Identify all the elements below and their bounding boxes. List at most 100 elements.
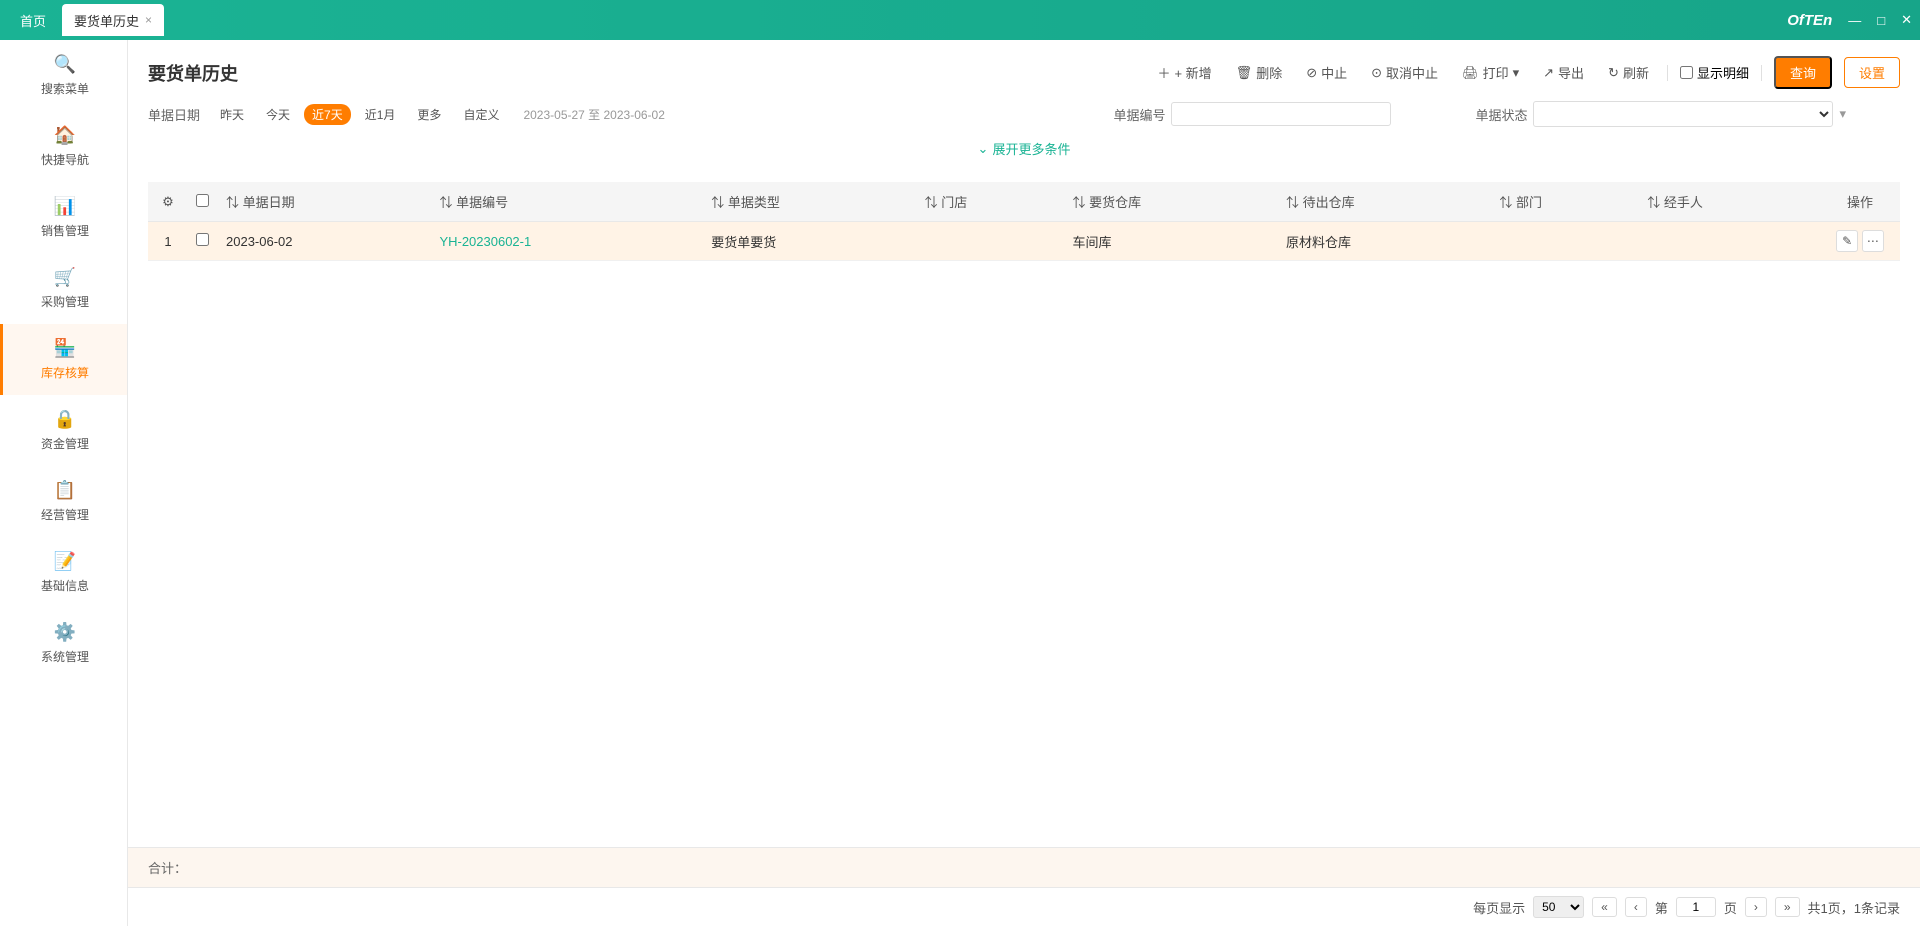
doc-no-link[interactable]: YH-20230602-1: [439, 234, 531, 249]
th-doc-type[interactable]: ⇅ 单据类型: [703, 182, 916, 222]
td-wait-warehouse: 原材料仓库: [1278, 222, 1491, 261]
doc-no-input[interactable]: [1171, 102, 1391, 126]
sidebar-item-purchase[interactable]: 🛒 采购管理: [0, 253, 127, 324]
date-btn-yesterday[interactable]: 昨天: [212, 104, 252, 125]
status-label: 单据状态: [1475, 105, 1527, 124]
date-btn-more[interactable]: 更多: [409, 104, 449, 125]
sort-icon-8: ⇅: [1647, 195, 1660, 210]
sidebar-item-system-label: 系统管理: [41, 648, 89, 665]
stop-button[interactable]: ⊘ 中止: [1300, 59, 1353, 86]
date-btn-1month[interactable]: 近1月: [357, 104, 404, 125]
top-bar: 首页 要货单历史 × OfTEn — □ ✕: [0, 0, 1920, 40]
next-page-btn[interactable]: ›: [1745, 897, 1767, 917]
tab-active-label: 要货单历史: [74, 11, 139, 30]
doc-no-label: 单据编号: [1113, 105, 1165, 124]
summary-label: 合计：: [148, 861, 187, 876]
sidebar-item-sales[interactable]: 📊 销售管理: [0, 182, 127, 253]
brand-name: OfTEn: [1787, 12, 1832, 29]
date-btn-today[interactable]: 今天: [258, 104, 298, 125]
page-title: 要货单历史: [148, 60, 238, 86]
th-wait-warehouse[interactable]: ⇅ 待出仓库: [1278, 182, 1491, 222]
sidebar-item-finance[interactable]: 🔒 资金管理: [0, 395, 127, 466]
close-window-btn[interactable]: ✕: [1901, 12, 1912, 28]
row-checkbox[interactable]: [196, 233, 209, 246]
th-doc-date[interactable]: ⇅ 单据日期: [218, 182, 431, 222]
date-btn-custom[interactable]: 自定义: [455, 104, 507, 125]
main-layout: 🔍 搜索菜单 🏠 快捷导航 📊 销售管理 🛒 采购管理 🏪 库存核算 🔒 资金管…: [0, 40, 1920, 926]
sort-icon-2: ⇅: [439, 195, 452, 210]
print-dropdown-icon: ▾: [1513, 65, 1520, 81]
page-size-select[interactable]: 50 10 20 100: [1533, 896, 1584, 918]
table-header-row: ⚙ ⇅ 单据日期 ⇅ 单据编号 ⇅ 单据类型 ⇅ 门店 ⇅ 要货仓库 ⇅ 待出仓…: [148, 182, 1900, 222]
select-all-checkbox[interactable]: [196, 194, 209, 207]
sidebar-item-inventory[interactable]: 🏪 库存核算: [0, 324, 127, 395]
prev-page-btn[interactable]: ‹: [1625, 897, 1647, 917]
last-page-btn[interactable]: »: [1775, 897, 1800, 917]
first-page-btn[interactable]: «: [1592, 897, 1617, 917]
sidebar-item-operations-label: 经营管理: [41, 506, 89, 523]
settings-button[interactable]: 设置: [1844, 57, 1900, 88]
sales-icon: 📊: [54, 196, 76, 217]
th-store[interactable]: ⇅ 门店: [917, 182, 1065, 222]
sort-icon-6: ⇅: [1286, 195, 1299, 210]
sidebar-item-basic-info[interactable]: 📝 基础信息: [0, 537, 127, 608]
sidebar-item-system[interactable]: ⚙️ 系统管理: [0, 608, 127, 679]
sort-icon-4: ⇅: [925, 195, 938, 210]
sidebar-item-inventory-label: 库存核算: [41, 364, 89, 381]
sidebar: 🔍 搜索菜单 🏠 快捷导航 📊 销售管理 🛒 采购管理 🏪 库存核算 🔒 资金管…: [0, 40, 128, 926]
sidebar-item-quick-nav[interactable]: 🏠 快捷导航: [0, 111, 127, 182]
tab-home-label: 首页: [20, 11, 46, 30]
query-button[interactable]: 查询: [1774, 56, 1832, 89]
tab-home[interactable]: 首页: [8, 4, 58, 36]
th-req-warehouse[interactable]: ⇅ 要货仓库: [1065, 182, 1278, 222]
display-detail-label: 显示明细: [1697, 63, 1749, 82]
close-tab-icon[interactable]: ×: [145, 13, 152, 27]
td-index: 1: [148, 222, 188, 261]
th-settings[interactable]: ⚙: [148, 182, 188, 222]
td-doc-date: 2023-06-02: [218, 222, 431, 261]
status-filter-group: 单据状态 ▾: [1475, 101, 1900, 127]
td-store: [917, 222, 1065, 261]
expand-more-btn[interactable]: ⌄ 展开更多条件: [966, 135, 1083, 162]
row-more-btn[interactable]: ⋯: [1862, 230, 1884, 252]
page-number-input[interactable]: [1676, 897, 1716, 917]
system-icon: ⚙️: [54, 622, 76, 643]
status-select[interactable]: [1533, 101, 1833, 127]
th-dept[interactable]: ⇅ 部门: [1491, 182, 1639, 222]
delete-icon: 🗑: [1236, 65, 1253, 81]
cancel-stop-button[interactable]: ⊙ 取消中止: [1365, 59, 1444, 86]
date-btn-7days[interactable]: 近7天: [304, 104, 351, 125]
purchase-icon: 🛒: [54, 267, 76, 288]
finance-icon: 🔒: [54, 409, 76, 430]
sidebar-item-search-menu[interactable]: 🔍 搜索菜单: [0, 40, 127, 111]
sidebar-item-quick-nav-label: 快捷导航: [41, 151, 89, 168]
search-menu-icon: 🔍: [54, 54, 76, 75]
table-row: 1 2023-06-02 YH-20230602-1 要货单要货 车间库 原材料…: [148, 222, 1900, 261]
refresh-button[interactable]: ↻ 刷新: [1602, 59, 1655, 86]
td-checkbox[interactable]: [188, 222, 218, 261]
new-icon: ＋: [1157, 63, 1170, 82]
sort-icon-5: ⇅: [1073, 195, 1086, 210]
date-filter-btns: 昨天 今天 近7天 近1月 更多 自定义: [212, 104, 507, 125]
display-detail-checkbox[interactable]: [1680, 66, 1693, 79]
maximize-btn[interactable]: □: [1877, 13, 1885, 28]
minimize-btn[interactable]: —: [1848, 13, 1861, 28]
display-detail-checkbox-group[interactable]: 显示明细: [1680, 63, 1749, 82]
new-button[interactable]: ＋ + 新增: [1151, 59, 1217, 86]
sidebar-item-sales-label: 销售管理: [41, 222, 89, 239]
print-icon: 🖨: [1462, 65, 1479, 81]
td-doc-type: 要货单要货: [703, 222, 916, 261]
sidebar-item-operations[interactable]: 📋 经营管理: [0, 466, 127, 537]
th-doc-no[interactable]: ⇅ 单据编号: [431, 182, 703, 222]
row-edit-btn[interactable]: ✎: [1836, 230, 1858, 252]
date-range-text: 2023-05-27 至 2023-06-02: [523, 106, 664, 123]
th-handler[interactable]: ⇅ 经手人: [1639, 182, 1820, 222]
print-button[interactable]: 🖨 打印 ▾: [1456, 59, 1525, 86]
export-icon: ↗: [1543, 65, 1554, 81]
sidebar-item-basic-info-label: 基础信息: [41, 577, 89, 594]
export-button[interactable]: ↗ 导出: [1537, 59, 1590, 86]
filter-row-1: 单据日期 昨天 今天 近7天 近1月 更多 自定义 2023-05-27 至 2…: [148, 101, 1900, 127]
toolbar-divider2: [1761, 65, 1762, 81]
delete-button[interactable]: 🗑 删除: [1230, 59, 1289, 86]
tab-active[interactable]: 要货单历史 ×: [62, 4, 164, 36]
